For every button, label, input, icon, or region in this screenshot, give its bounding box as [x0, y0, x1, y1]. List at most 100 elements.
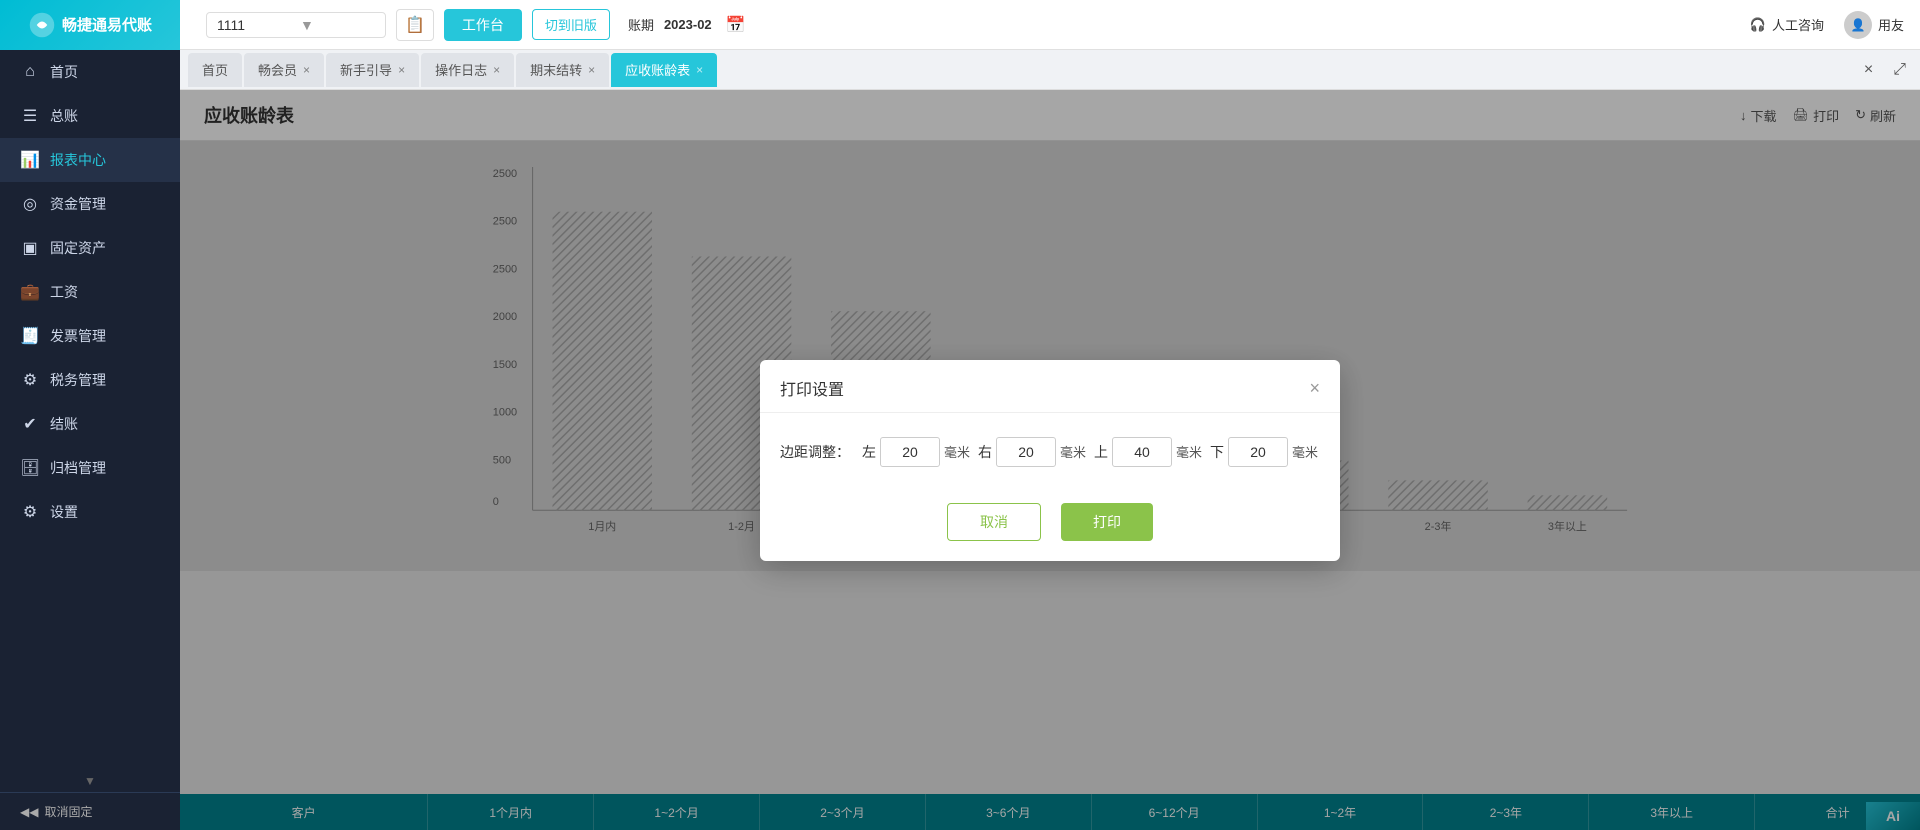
- sidebar: ⌂ 首页 ☰ 总账 📊 报表中心 ◎ 资金管理 ▣ 固定资产: [0, 50, 180, 830]
- sidebar-collapse[interactable]: ◀◀ 取消固定: [0, 792, 180, 830]
- margin-left-input[interactable]: [880, 437, 940, 467]
- right-direction-label: 右: [978, 442, 992, 462]
- tab-close-member[interactable]: ×: [303, 63, 310, 77]
- confirm-print-button[interactable]: 打印: [1061, 503, 1153, 541]
- sidebar-item-invoice[interactable]: 🧾 发票管理: [0, 314, 180, 358]
- main-layout: ⌂ 首页 ☰ 总账 📊 报表中心 ◎ 资金管理 ▣ 固定资产: [0, 50, 1920, 830]
- chevron-down-icon: ▼: [300, 17, 375, 33]
- tab-label: 畅会员: [258, 60, 297, 79]
- margin-right-input[interactable]: [996, 437, 1056, 467]
- modal-overlay: 打印设置 × 边距调整： 左 毫米: [180, 90, 1920, 830]
- ledger-icon: ☰: [20, 106, 40, 126]
- margin-top-input[interactable]: [1112, 437, 1172, 467]
- avatar-icon: 👤: [1851, 18, 1866, 32]
- tab-oplog[interactable]: 操作日志 ×: [421, 53, 514, 87]
- right-unit-label: 毫米: [1060, 442, 1086, 461]
- margin-bottom-group: 下 毫米: [1210, 437, 1318, 467]
- calendar-button[interactable]: 📋: [396, 9, 434, 41]
- tab-close-all-button[interactable]: ×: [1858, 59, 1879, 81]
- switch-old-button[interactable]: 切到旧版: [532, 9, 610, 40]
- period-value: 2023-02: [664, 17, 712, 32]
- margin-bottom-input[interactable]: [1228, 437, 1288, 467]
- margin-right-group: 右 毫米: [978, 437, 1086, 467]
- modal-close-button[interactable]: ×: [1309, 379, 1320, 397]
- sidebar-item-label: 税务管理: [50, 370, 106, 390]
- tab-close-guide[interactable]: ×: [398, 63, 405, 77]
- margin-settings-row: 边距调整： 左 毫米 右 毫米: [780, 437, 1320, 467]
- company-selector[interactable]: 1111 ▼: [206, 12, 386, 38]
- tab-home[interactable]: 首页: [188, 53, 242, 87]
- settings-icon: ⚙: [20, 502, 40, 522]
- closing-icon: ✔: [20, 414, 40, 434]
- headset-icon: 🎧: [1750, 17, 1766, 33]
- sidebar-item-label: 归档管理: [50, 458, 106, 478]
- header-right: 🎧 人工咨询 👤 用友: [1750, 11, 1904, 39]
- tab-ar-aging[interactable]: 应收账龄表 ×: [611, 53, 717, 87]
- tab-label: 操作日志: [435, 60, 487, 79]
- tab-guide[interactable]: 新手引导 ×: [326, 53, 419, 87]
- sidebar-item-label: 固定资产: [50, 238, 106, 258]
- tax-icon: ⚙: [20, 370, 40, 390]
- period-calendar-icon[interactable]: 📅: [726, 15, 746, 35]
- sidebar-item-label: 结账: [50, 414, 78, 434]
- consult-button[interactable]: 🎧 人工咨询: [1750, 15, 1824, 34]
- bottom-unit-label: 毫米: [1292, 442, 1318, 461]
- left-direction-label: 左: [862, 442, 876, 462]
- workbench-button[interactable]: 工作台: [444, 9, 522, 41]
- sidebar-item-closing[interactable]: ✔ 结账: [0, 402, 180, 446]
- home-icon: ⌂: [20, 63, 40, 81]
- sidebar-item-home[interactable]: ⌂ 首页: [0, 50, 180, 94]
- sidebar-item-archive[interactable]: 🗄 归档管理: [0, 446, 180, 490]
- sidebar-item-ledger[interactable]: ☰ 总账: [0, 94, 180, 138]
- sidebar-item-label: 发票管理: [50, 326, 106, 346]
- assets-icon: ▣: [20, 238, 40, 258]
- cancel-button[interactable]: 取消: [947, 503, 1041, 541]
- user-area[interactable]: 👤 用友: [1844, 11, 1904, 39]
- tab-label: 期末结转: [530, 60, 582, 79]
- left-unit-label: 毫米: [944, 442, 970, 461]
- modal-header: 打印设置 ×: [760, 360, 1340, 413]
- tab-label: 应收账龄表: [625, 60, 690, 79]
- sidebar-item-salary[interactable]: 💼 工资: [0, 270, 180, 314]
- tab-period-end[interactable]: 期末结转 ×: [516, 53, 609, 87]
- tab-member[interactable]: 畅会员 ×: [244, 53, 324, 87]
- scroll-indicator: ▼: [0, 770, 180, 792]
- sidebar-item-label: 报表中心: [50, 150, 106, 170]
- tab-close-period[interactable]: ×: [588, 63, 595, 77]
- tab-label: 新手引导: [340, 60, 392, 79]
- funds-icon: ◎: [20, 194, 40, 214]
- bottom-direction-label: 下: [1210, 442, 1224, 462]
- calendar-icon: 📋: [405, 17, 425, 34]
- top-unit-label: 毫米: [1176, 442, 1202, 461]
- sidebar-item-assets[interactable]: ▣ 固定资产: [0, 226, 180, 270]
- content-area: 首页 畅会员 × 新手引导 × 操作日志 × 期末结转 ×: [180, 50, 1920, 830]
- tab-expand-button[interactable]: ⤢: [1887, 59, 1912, 81]
- sidebar-item-settings[interactable]: ⚙ 设置: [0, 490, 180, 534]
- tab-close-oplog[interactable]: ×: [493, 63, 500, 77]
- tabs-bar: 首页 畅会员 × 新手引导 × 操作日志 × 期末结转 ×: [180, 50, 1920, 90]
- tab-label: 首页: [202, 60, 228, 79]
- reports-icon: 📊: [20, 150, 40, 170]
- print-settings-modal: 打印设置 × 边距调整： 左 毫米: [760, 360, 1340, 561]
- top-direction-label: 上: [1094, 442, 1108, 462]
- invoice-icon: 🧾: [20, 326, 40, 346]
- sidebar-item-reports[interactable]: 📊 报表中心: [0, 138, 180, 182]
- modal-footer: 取消 打印: [760, 491, 1340, 561]
- margin-top-group: 上 毫米: [1094, 437, 1202, 467]
- modal-title: 打印设置: [780, 376, 844, 400]
- sidebar-item-label: 设置: [50, 502, 78, 522]
- scroll-down-icon: ▼: [84, 774, 96, 788]
- sidebar-item-label: 总账: [50, 106, 78, 126]
- margin-label: 边距调整：: [780, 442, 850, 462]
- sidebar-item-funds[interactable]: ◎ 资金管理: [0, 182, 180, 226]
- sidebar-item-label: 资金管理: [50, 194, 106, 214]
- period-label: 账期: [628, 15, 654, 34]
- tab-close-ar[interactable]: ×: [696, 63, 703, 77]
- logo-text: 畅捷通易代账: [62, 14, 152, 35]
- archive-icon: 🗄: [20, 458, 40, 478]
- margin-left-group: 左 毫米: [862, 437, 970, 467]
- tabs-right: × ⤢: [1858, 59, 1912, 81]
- top-header: 畅捷通易代账 1111 ▼ 📋 工作台 切到旧版 账期 2023-02 📅 🎧 …: [0, 0, 1920, 50]
- avatar: 👤: [1844, 11, 1872, 39]
- sidebar-item-tax[interactable]: ⚙ 税务管理: [0, 358, 180, 402]
